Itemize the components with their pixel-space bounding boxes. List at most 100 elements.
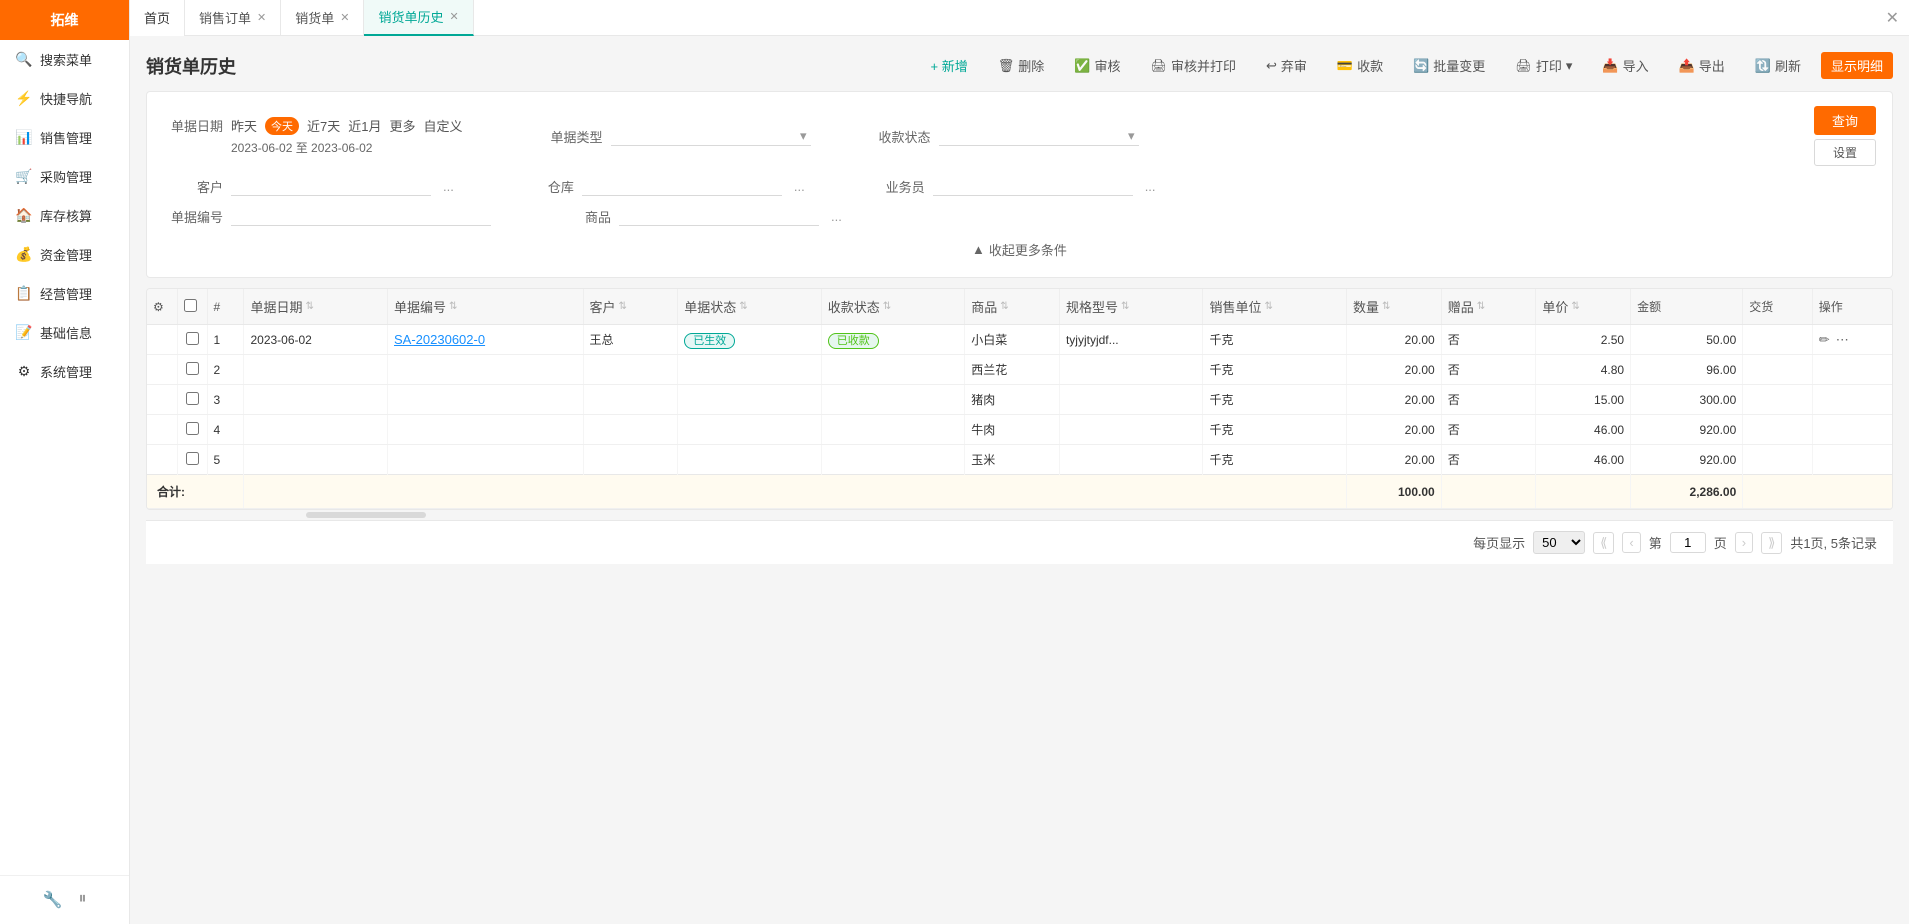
- customer-input[interactable]: [231, 176, 431, 196]
- collect-button[interactable]: 💳 收款: [1327, 52, 1393, 79]
- sidebar-item-finance[interactable]: 💰 资金管理: [0, 235, 129, 274]
- col-docno[interactable]: 单据编号⇅: [388, 289, 584, 325]
- sidebar-item-system-mgmt[interactable]: ⚙ 系统管理: [0, 352, 129, 391]
- shortcut-yesterday[interactable]: 昨天: [231, 116, 257, 135]
- row-docno[interactable]: [388, 385, 584, 415]
- row-action[interactable]: [1812, 415, 1892, 445]
- purchase-icon: 🛒: [16, 169, 32, 185]
- last-page-button[interactable]: ⟫: [1761, 532, 1782, 554]
- col-price[interactable]: 单价⇅: [1536, 289, 1631, 325]
- row-gift: 否: [1441, 355, 1536, 385]
- query-button[interactable]: 查询: [1814, 106, 1876, 135]
- col-spec[interactable]: 规格型号⇅: [1059, 289, 1203, 325]
- salesperson-dots[interactable]: ...: [1145, 179, 1156, 194]
- row-checkbox[interactable]: [177, 355, 207, 385]
- page-size-select[interactable]: 50 100 200: [1533, 531, 1585, 554]
- abandon-button[interactable]: ↩ 弃审: [1256, 52, 1317, 79]
- select-all-checkbox[interactable]: [184, 299, 197, 312]
- col-settings[interactable]: ⚙: [147, 289, 177, 325]
- row-docno[interactable]: [388, 445, 584, 475]
- row-docno[interactable]: [388, 355, 584, 385]
- col-doc-status[interactable]: 单据状态⇅: [678, 289, 822, 325]
- payment-status-select[interactable]: [939, 126, 1139, 145]
- shortcut-1month[interactable]: 近1月: [348, 116, 381, 135]
- col-customer[interactable]: 客户⇅: [583, 289, 678, 325]
- pagination-bar: 每页显示 50 100 200 ⟪ ‹ 第 页 › ⟫ 共1页, 5条记录: [146, 520, 1893, 564]
- row-checkbox[interactable]: [177, 325, 207, 355]
- sidebar-item-basic-info[interactable]: 📝 基础信息: [0, 313, 129, 352]
- sidebar-item-operations[interactable]: 📋 经营管理: [0, 274, 129, 313]
- audit-icon: ✅: [1074, 58, 1090, 74]
- summary-price: [1536, 475, 1631, 509]
- scroll-thumb[interactable]: [306, 512, 426, 518]
- row-docno[interactable]: SA-20230602-0: [388, 325, 584, 355]
- tab-sales-history[interactable]: 销货单历史 ✕: [364, 0, 473, 36]
- warehouse-input[interactable]: [582, 176, 782, 196]
- sidebar-item-search-menu[interactable]: 🔍 搜索菜单: [0, 40, 129, 79]
- row-action[interactable]: [1812, 385, 1892, 415]
- refresh-button[interactable]: 🔃 刷新: [1745, 52, 1811, 79]
- col-goods[interactable]: 商品⇅: [965, 289, 1060, 325]
- horizontal-scrollbar[interactable]: [146, 510, 1893, 520]
- row-docno[interactable]: [388, 415, 584, 445]
- docno-filter: 单据编号: [163, 206, 491, 226]
- goods-dots[interactable]: ...: [831, 209, 842, 224]
- print-button[interactable]: 🖨 打印 ▾: [1505, 52, 1582, 79]
- settings-button[interactable]: 设置: [1814, 139, 1876, 166]
- batch-change-button[interactable]: 🔄 批量变更: [1403, 52, 1495, 79]
- export-button[interactable]: 📤 导出: [1669, 52, 1735, 79]
- delete-button[interactable]: 🗑 删除: [988, 52, 1055, 79]
- col-qty[interactable]: 数量⇅: [1347, 289, 1442, 325]
- customer-dots[interactable]: ...: [443, 179, 454, 194]
- sidebar-item-inventory[interactable]: 🏠 库存核算: [0, 196, 129, 235]
- sidebar-item-quick-nav[interactable]: ⚡ 快捷导航: [0, 79, 129, 118]
- sidebar-settings-icon[interactable]: 🔧: [43, 890, 63, 910]
- row-action[interactable]: [1812, 445, 1892, 475]
- row-checkbox[interactable]: [177, 415, 207, 445]
- audit-button[interactable]: ✅ 审核: [1064, 52, 1130, 79]
- row-qty: 20.00: [1347, 355, 1442, 385]
- col-gift[interactable]: 赠品⇅: [1441, 289, 1536, 325]
- row-checkbox[interactable]: [177, 385, 207, 415]
- first-page-button[interactable]: ⟪: [1593, 532, 1614, 554]
- audit-print-button[interactable]: 🖨 审核并打印: [1140, 52, 1246, 79]
- col-date[interactable]: 单据日期⇅: [244, 289, 388, 325]
- row-action[interactable]: ✏⋯: [1812, 325, 1892, 355]
- tab-sales-delivery[interactable]: 销货单 ✕: [281, 0, 364, 36]
- sidebar-item-purchase-mgmt[interactable]: 🛒 采购管理: [0, 157, 129, 196]
- goods-input[interactable]: [619, 206, 819, 226]
- next-page-button[interactable]: ›: [1735, 532, 1753, 553]
- tab-sales-delivery-close[interactable]: ✕: [340, 11, 349, 24]
- sidebar-item-sales-mgmt[interactable]: 📊 销售管理: [0, 118, 129, 157]
- tab-bar-close-all[interactable]: ✕: [1886, 8, 1909, 28]
- sidebar-collapse-icon[interactable]: ⏸: [78, 890, 86, 910]
- col-unit[interactable]: 销售单位⇅: [1203, 289, 1347, 325]
- docno-input[interactable]: [231, 206, 491, 226]
- shortcut-more[interactable]: 更多: [389, 116, 415, 135]
- edit-icon[interactable]: ✏: [1819, 332, 1830, 348]
- row-action[interactable]: [1812, 355, 1892, 385]
- shortcut-custom[interactable]: 自定义: [424, 116, 463, 135]
- export-button-label: 导出: [1699, 56, 1725, 75]
- doc-type-select[interactable]: [611, 126, 811, 145]
- prev-page-button[interactable]: ‹: [1622, 532, 1640, 553]
- collapse-button[interactable]: ▲ 收起更多条件: [163, 236, 1876, 263]
- tab-home-label: 首页: [144, 8, 170, 27]
- sidebar-item-label: 快捷导航: [40, 89, 92, 108]
- more-icon[interactable]: ⋯: [1836, 332, 1849, 348]
- tab-sales-history-close[interactable]: ✕: [450, 10, 459, 23]
- row-checkbox[interactable]: [177, 445, 207, 475]
- show-details-button[interactable]: 显示明细: [1821, 52, 1893, 79]
- warehouse-dots[interactable]: ...: [794, 179, 805, 194]
- new-button[interactable]: + 新增: [921, 52, 978, 79]
- salesperson-input[interactable]: [933, 176, 1133, 196]
- current-page-input[interactable]: [1670, 532, 1706, 553]
- tab-sales-order-close[interactable]: ✕: [257, 11, 266, 24]
- import-button[interactable]: 📥 导入: [1592, 52, 1658, 79]
- tab-sales-order[interactable]: 销售订单 ✕: [185, 0, 281, 36]
- col-payment-status[interactable]: 收款状态⇅: [821, 289, 965, 325]
- shortcut-today[interactable]: 今天: [265, 117, 299, 135]
- shortcut-7days[interactable]: 近7天: [307, 116, 340, 135]
- col-checkbox[interactable]: [177, 289, 207, 325]
- tab-home[interactable]: 首页: [130, 0, 185, 36]
